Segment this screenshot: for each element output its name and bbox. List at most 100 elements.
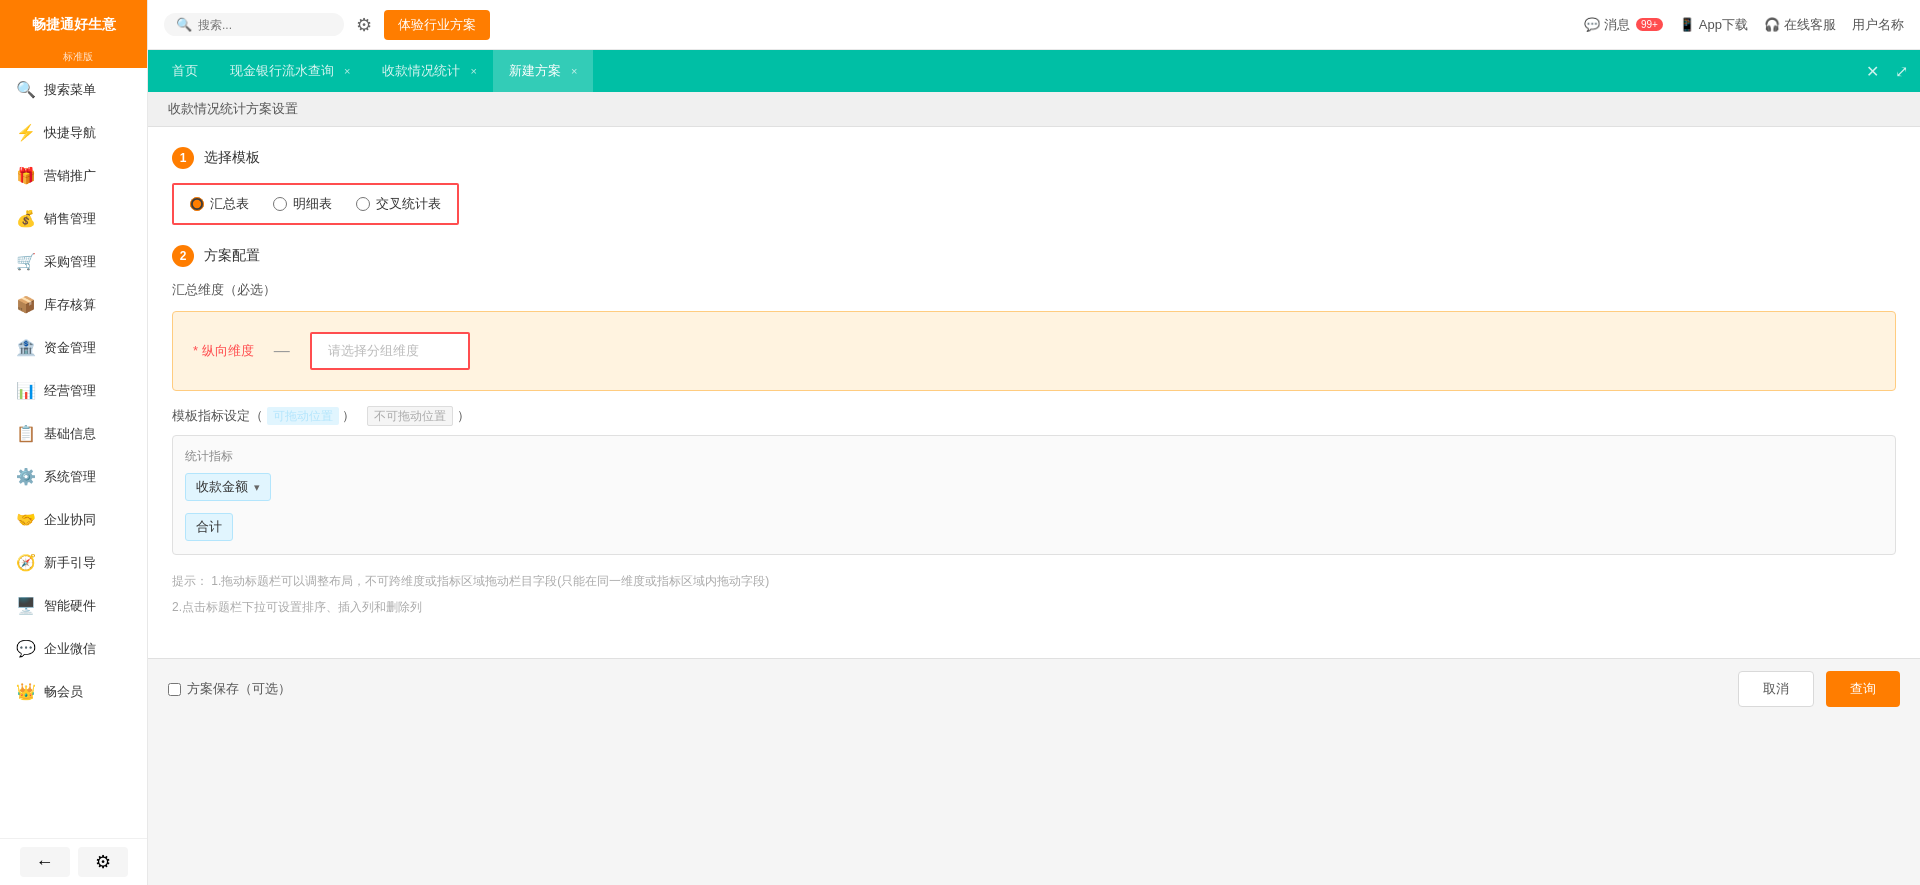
sidebar-item-basic-info[interactable]: 📋 基础信息 xyxy=(0,412,147,455)
sidebar-item-label: 新手引导 xyxy=(44,554,96,572)
hardware-icon: 🖥️ xyxy=(16,596,36,615)
breadcrumb: 收款情况统计方案设置 xyxy=(148,92,1920,127)
sidebar-item-inventory[interactable]: 📦 库存核算 xyxy=(0,283,147,326)
tab-cash-flow-label: 现金银行流水查询 xyxy=(230,62,334,80)
sidebar-item-label: 畅会员 xyxy=(44,683,83,701)
service-icon: 🎧 xyxy=(1764,17,1780,32)
metric-tag-shoukuan[interactable]: 收款金额 ▾ xyxy=(185,473,271,501)
sidebar-item-wechat[interactable]: 💬 企业微信 xyxy=(0,627,147,670)
guide-icon: 🧭 xyxy=(16,553,36,572)
sidebar-item-hardware[interactable]: 🖥️ 智能硬件 xyxy=(0,584,147,627)
tab-close-all-icon[interactable]: ✕ xyxy=(1862,58,1883,85)
tabbar-right: ✕ ⤢ xyxy=(1862,58,1912,85)
vertical-dim-label: * 纵向维度 xyxy=(193,342,254,360)
radio-cross[interactable] xyxy=(356,197,370,211)
system-icon: ⚙️ xyxy=(16,467,36,486)
sidebar-item-operation[interactable]: 📊 经营管理 xyxy=(0,369,147,412)
step2-num: 2 xyxy=(172,245,194,267)
tab-receipt-stat[interactable]: 收款情况统计 × xyxy=(366,50,492,92)
app-download-btn[interactable]: 📱 App下载 xyxy=(1679,16,1748,34)
finance-icon: 🏦 xyxy=(16,338,36,357)
notification-badge: 99+ xyxy=(1636,18,1663,31)
user-info[interactable]: 用户名称 xyxy=(1852,16,1904,34)
footer-buttons: 取消 查询 xyxy=(1738,671,1900,707)
sidebar-item-label: 采购管理 xyxy=(44,253,96,271)
tab-cash-flow[interactable]: 现金银行流水查询 × xyxy=(214,50,366,92)
download-label: App下载 xyxy=(1699,16,1748,34)
tab-new-plan-close[interactable]: × xyxy=(571,65,577,77)
main-area: 🔍 ⚙ 体验行业方案 💬 消息 99+ 📱 App下载 🎧 在线客服 用户名称 xyxy=(148,0,1920,885)
sidebar-item-guide[interactable]: 🧭 新手引导 xyxy=(0,541,147,584)
step1-title: 选择模板 xyxy=(204,149,260,167)
hint1: 提示： 1.拖动标题栏可以调整布局，不可跨维度或指标区域拖动栏目字段(只能在同一… xyxy=(172,571,1896,593)
subtotal-row: 合计 xyxy=(185,507,1883,541)
sidebar-item-label: 企业协同 xyxy=(44,511,96,529)
metric-subtotal: 合计 xyxy=(185,513,233,541)
sidebar-item-finance[interactable]: 🏦 资金管理 xyxy=(0,326,147,369)
search-input[interactable] xyxy=(198,18,338,32)
form-container: 1 选择模板 汇总表 明细表 交叉统计表 xyxy=(148,127,1920,658)
cancel-button[interactable]: 取消 xyxy=(1738,671,1814,707)
tabbar: 首页 现金银行流水查询 × 收款情况统计 × 新建方案 × ✕ ⤢ xyxy=(148,50,1920,92)
save-checkbox[interactable] xyxy=(168,683,181,696)
sidebar-item-member[interactable]: 👑 畅会员 xyxy=(0,670,147,713)
app-logo: 畅捷通好生意 xyxy=(0,0,147,50)
tab-receipt-stat-close[interactable]: × xyxy=(470,65,476,77)
radio-detail[interactable] xyxy=(273,197,287,211)
step2-header: 2 方案配置 xyxy=(172,245,1896,267)
sidebar-item-marketing[interactable]: 🎁 营销推广 xyxy=(0,154,147,197)
tab-home[interactable]: 首页 xyxy=(156,50,214,92)
cooperation-icon: 🤝 xyxy=(16,510,36,529)
radio-summary[interactable] xyxy=(190,197,204,211)
sidebar-item-search[interactable]: 🔍 搜索菜单 xyxy=(0,68,147,111)
bottom-bar: 方案保存（可选） 取消 查询 xyxy=(148,658,1920,719)
tab-home-label: 首页 xyxy=(172,62,198,80)
notification-label: 消息 xyxy=(1604,16,1630,34)
save-option[interactable]: 方案保存（可选） xyxy=(168,680,291,698)
sidebar-item-label: 系统管理 xyxy=(44,468,96,486)
step1-header: 1 选择模板 xyxy=(172,147,1896,169)
customer-service-btn[interactable]: 🎧 在线客服 xyxy=(1764,16,1836,34)
app-edition: 标准版 xyxy=(0,50,147,68)
sidebar-item-quick-nav[interactable]: ⚡ 快捷导航 xyxy=(0,111,147,154)
step2-section: 2 方案配置 汇总维度（必选） * 纵向维度 — 请选择分组维度 模板指标设定（… xyxy=(172,245,1896,618)
sidebar-item-label: 基础信息 xyxy=(44,425,96,443)
inventory-icon: 📦 xyxy=(16,295,36,314)
search-icon: 🔍 xyxy=(16,80,36,99)
sidebar-item-label: 快捷导航 xyxy=(44,124,96,142)
sidebar-collapse-btn[interactable]: ← xyxy=(20,847,70,877)
member-icon: 👑 xyxy=(16,682,36,701)
settings-icon[interactable]: ⚙ xyxy=(356,14,372,36)
search-bar[interactable]: 🔍 xyxy=(164,13,344,36)
tab-new-plan-label: 新建方案 xyxy=(509,62,561,80)
option-detail-label: 明细表 xyxy=(293,195,332,213)
metric-tag-chevron[interactable]: ▾ xyxy=(254,481,260,494)
fixed-legend-sample: 不可拖动位置 xyxy=(367,406,453,426)
sidebar-item-system[interactable]: ⚙️ 系统管理 xyxy=(0,455,147,498)
tab-expand-icon[interactable]: ⤢ xyxy=(1891,58,1912,85)
query-button[interactable]: 查询 xyxy=(1826,671,1900,707)
sidebar-item-cooperation[interactable]: 🤝 企业协同 xyxy=(0,498,147,541)
tab-new-plan[interactable]: 新建方案 × xyxy=(493,50,593,92)
sidebar-item-sales[interactable]: 💰 销售管理 xyxy=(0,197,147,240)
group-dim-select[interactable]: 请选择分组维度 xyxy=(310,332,470,370)
topbar: 🔍 ⚙ 体验行业方案 💬 消息 99+ 📱 App下载 🎧 在线客服 用户名称 xyxy=(148,0,1920,50)
option-summary[interactable]: 汇总表 xyxy=(190,195,249,213)
sidebar-item-purchase[interactable]: 🛒 采购管理 xyxy=(0,240,147,283)
metric-tag-label: 收款金额 xyxy=(196,478,248,496)
sidebar-item-label: 搜索菜单 xyxy=(44,81,96,99)
option-cross[interactable]: 交叉统计表 xyxy=(356,195,441,213)
step1-num: 1 xyxy=(172,147,194,169)
marketing-icon: 🎁 xyxy=(16,166,36,185)
trial-button[interactable]: 体验行业方案 xyxy=(384,10,490,40)
notification-btn[interactable]: 💬 消息 99+ xyxy=(1584,16,1663,34)
hint2: 2.点击标题栏下拉可设置排序、插入列和删除列 xyxy=(172,597,1896,619)
sales-icon: 💰 xyxy=(16,209,36,228)
option-detail[interactable]: 明细表 xyxy=(273,195,332,213)
sidebar-item-label: 智能硬件 xyxy=(44,597,96,615)
sidebar-item-label: 库存核算 xyxy=(44,296,96,314)
download-icon: 📱 xyxy=(1679,17,1695,32)
sidebar-settings-btn[interactable]: ⚙ xyxy=(78,847,128,877)
template-options-group: 汇总表 明细表 交叉统计表 xyxy=(172,183,459,225)
tab-cash-flow-close[interactable]: × xyxy=(344,65,350,77)
